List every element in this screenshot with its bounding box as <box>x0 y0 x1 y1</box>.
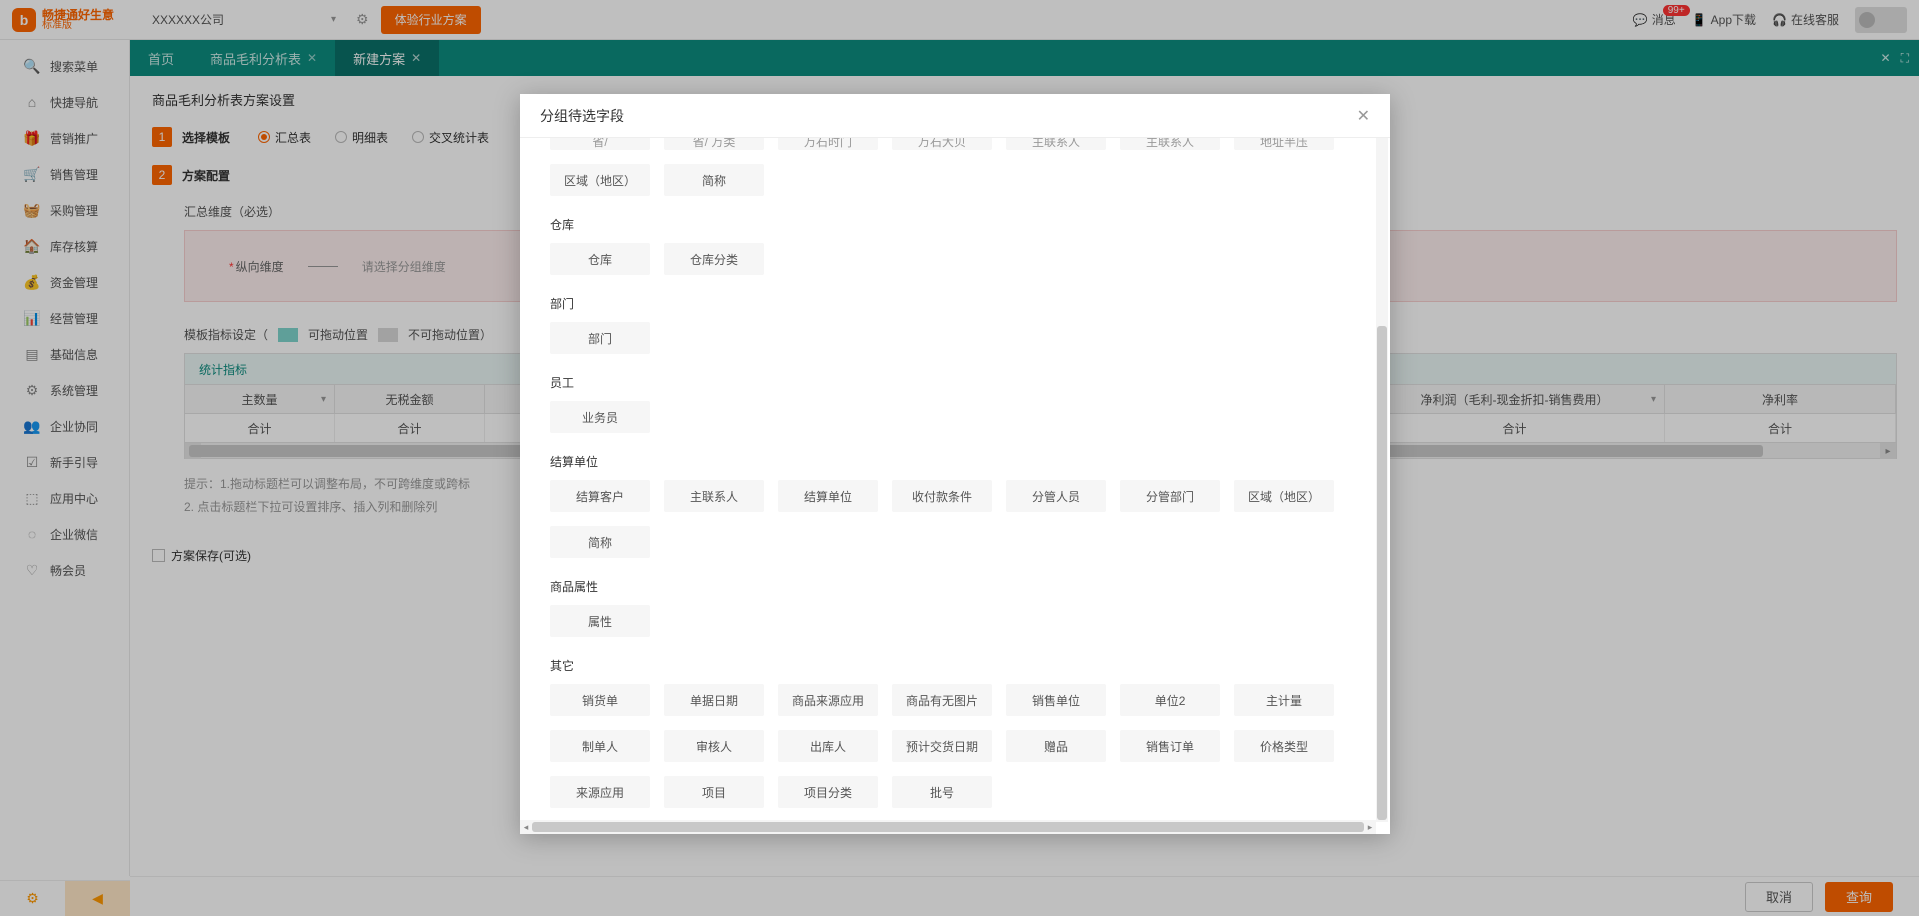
field-chip[interactable]: 项目 <box>664 776 764 808</box>
field-chip-warehouse-cat[interactable]: 仓库分类 <box>664 243 764 275</box>
field-chip-region[interactable]: 区域（地区） <box>550 164 650 196</box>
group-warehouse: 仓库 <box>550 216 1370 233</box>
scroll-right-icon[interactable]: ▸ <box>1364 820 1376 834</box>
hscroll-thumb[interactable] <box>532 822 1364 832</box>
field-chip-shortname[interactable]: 简称 <box>664 164 764 196</box>
field-chip-attribute[interactable]: 属性 <box>550 605 650 637</box>
field-chip[interactable]: 商品来源应用 <box>778 684 878 716</box>
field-chip[interactable]: 区域（地区） <box>1234 480 1334 512</box>
field-chip[interactable]: 省/ <box>550 138 650 150</box>
field-chip[interactable]: 主联系人 <box>664 480 764 512</box>
modal-vscroll[interactable] <box>1376 138 1388 822</box>
field-chip[interactable]: 商品有无图片 <box>892 684 992 716</box>
field-chip[interactable]: 主计量 <box>1234 684 1334 716</box>
field-chip[interactable]: 万石时门 <box>778 138 878 150</box>
field-chip[interactable]: 分管部门 <box>1120 480 1220 512</box>
field-chip[interactable]: 赠品 <box>1006 730 1106 762</box>
group-other: 其它 <box>550 657 1370 674</box>
field-chip[interactable]: 结算客户 <box>550 480 650 512</box>
field-chip[interactable]: 销售订单 <box>1120 730 1220 762</box>
field-chip[interactable]: 主联系人 <box>1006 138 1106 150</box>
field-chip[interactable]: 分管人员 <box>1006 480 1106 512</box>
field-chip[interactable]: 销售单位 <box>1006 684 1106 716</box>
field-chip[interactable]: 销货单 <box>550 684 650 716</box>
close-icon[interactable]: ✕ <box>1357 106 1370 126</box>
group-employee: 员工 <box>550 374 1370 391</box>
field-chip[interactable]: 地址半压 <box>1234 138 1334 150</box>
field-chip[interactable]: 预计交货日期 <box>892 730 992 762</box>
field-chip-shortname[interactable]: 简称 <box>550 526 650 558</box>
field-chip[interactable]: 来源应用 <box>550 776 650 808</box>
scroll-left-icon[interactable]: ◂ <box>520 820 532 834</box>
vscroll-thumb[interactable] <box>1377 326 1387 820</box>
group-product-attr: 商品属性 <box>550 578 1370 595</box>
field-chip[interactable]: 省/ 万类 <box>664 138 764 150</box>
field-chip[interactable]: 收付款条件 <box>892 480 992 512</box>
field-chip[interactable]: 万石大贝 <box>892 138 992 150</box>
field-chip[interactable]: 主联系人 <box>1120 138 1220 150</box>
modal-title: 分组待选字段 <box>540 106 624 126</box>
field-chip[interactable]: 出库人 <box>778 730 878 762</box>
field-chip[interactable]: 批号 <box>892 776 992 808</box>
field-chip[interactable]: 结算单位 <box>778 480 878 512</box>
field-chip[interactable]: 单位2 <box>1120 684 1220 716</box>
group-department: 部门 <box>550 295 1370 312</box>
modal-hscroll[interactable]: ◂ ▸ <box>520 820 1376 834</box>
field-chip[interactable]: 价格类型 <box>1234 730 1334 762</box>
field-chip[interactable]: 单据日期 <box>664 684 764 716</box>
field-chip-department[interactable]: 部门 <box>550 322 650 354</box>
field-chip[interactable]: 审核人 <box>664 730 764 762</box>
field-chip-warehouse[interactable]: 仓库 <box>550 243 650 275</box>
group-fields-modal: 分组待选字段 ✕ 省/ 省/ 万类 万石时门 万石大贝 主联系人 主联系人 地址… <box>520 94 1390 834</box>
group-settlement: 结算单位 <box>550 453 1370 470</box>
field-chip[interactable]: 项目分类 <box>778 776 878 808</box>
field-chip-salesperson[interactable]: 业务员 <box>550 401 650 433</box>
field-chip[interactable]: 制单人 <box>550 730 650 762</box>
